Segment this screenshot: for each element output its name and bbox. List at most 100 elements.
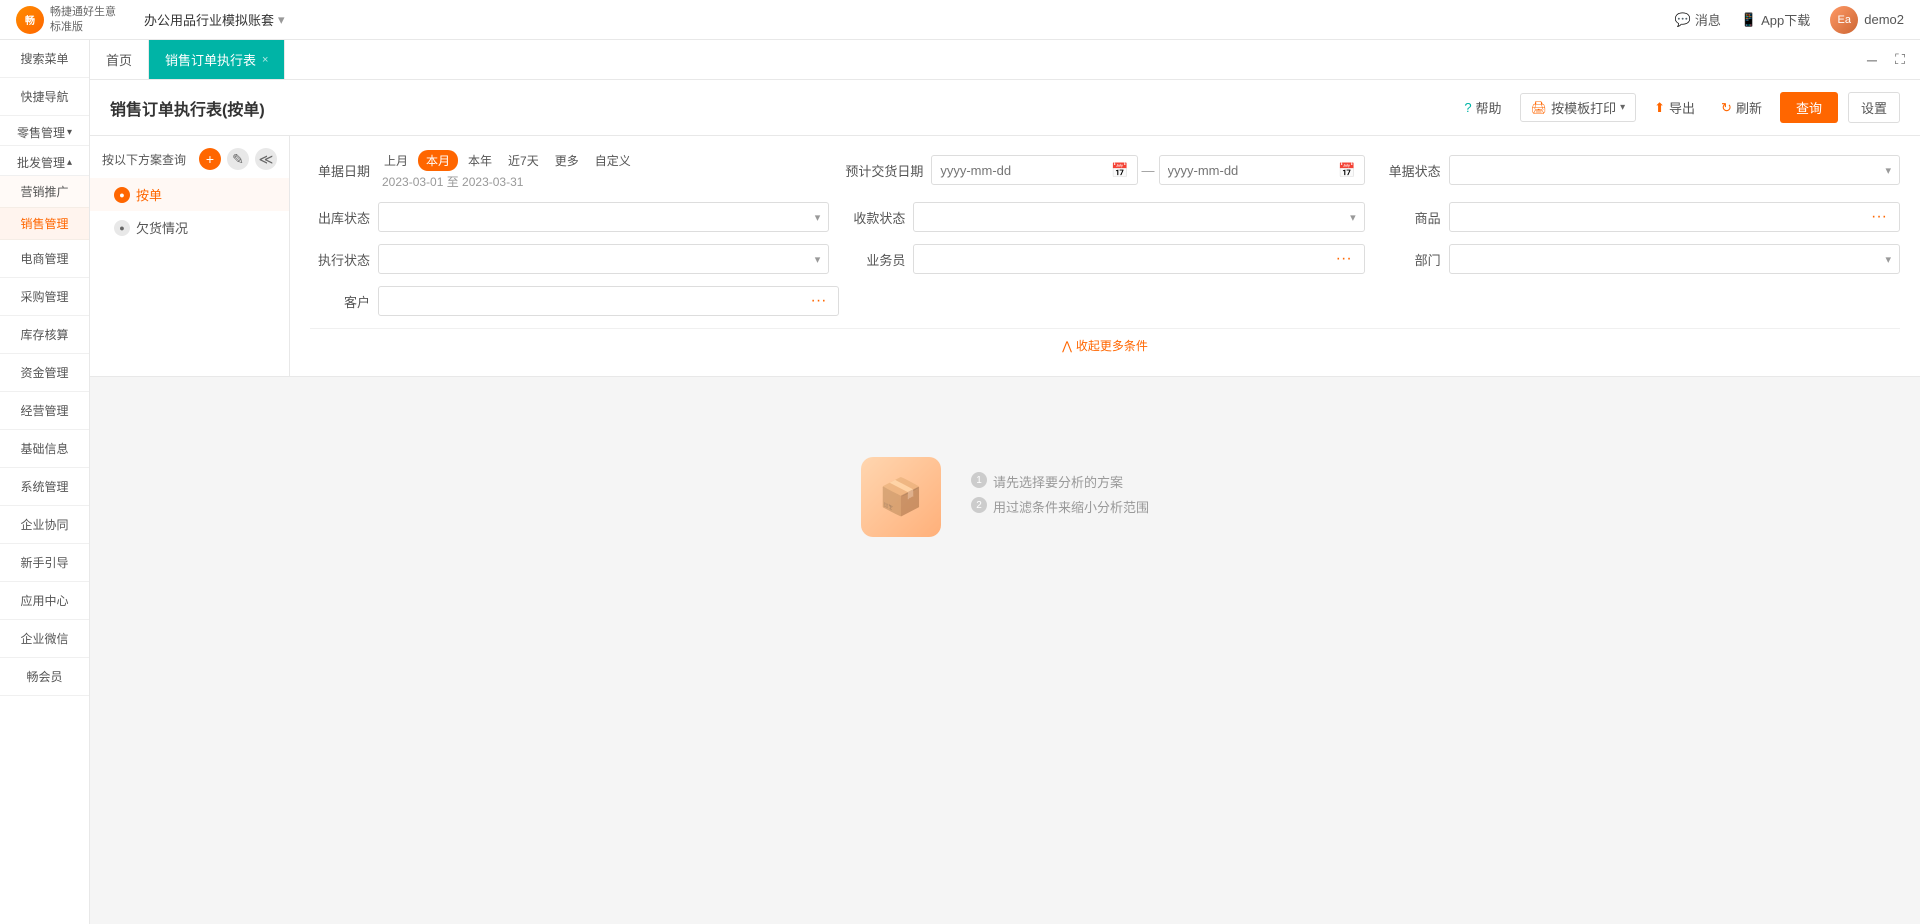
sidebar-item-quick-nav[interactable]: 快捷导航 — [0, 78, 89, 116]
filter-right-panel: 单据日期 上月 本月 本年 近7天 更多 自定义 20 — [290, 136, 1920, 376]
print-arrow-icon: ▾ — [1620, 102, 1625, 113]
header-left: 畅 畅捷通好生意 标准版 办公用品行业模拟账套 ▾ — [16, 5, 285, 34]
more-btn[interactable]: 更多 — [549, 150, 585, 171]
sidebar-item-finance[interactable]: 资金管理 — [0, 354, 89, 392]
sidebar-item-operations[interactable]: 经营管理 — [0, 392, 89, 430]
maximize-icon: ⛶ — [1895, 51, 1905, 68]
date-separator: — — [1142, 163, 1155, 178]
message-icon: 💬 — [1675, 12, 1691, 28]
top-header: 畅 畅捷通好生意 标准版 办公用品行业模拟账套 ▾ 💬 消息 📱 App下载 E… — [0, 0, 1920, 40]
sidebar-item-members[interactable]: 畅会员 — [0, 658, 89, 696]
current-month-btn[interactable]: 本月 — [418, 150, 458, 171]
empty-tips: 1 请先选择要分析的方案 2 用过滤条件来缩小分析范围 — [971, 472, 1149, 522]
edit-plan-button[interactable]: ✎ — [227, 148, 249, 170]
filter-execute-status: 执行状态 ▾ — [310, 244, 829, 274]
logo-icon: 畅 — [16, 6, 44, 34]
add-plan-button[interactable]: + — [199, 148, 221, 170]
forecast-date-end[interactable]: 📅 — [1159, 155, 1365, 185]
sidebar-item-enterprise[interactable]: 企业协同 — [0, 506, 89, 544]
header-right: 💬 消息 📱 App下载 Ea demo2 — [1675, 6, 1904, 34]
quick-date-buttons: 上月 本月 本年 近7天 更多 自定义 — [378, 150, 829, 171]
product-dots-icon[interactable]: ··· — [1867, 208, 1891, 226]
sidebar: 搜索菜单 快捷导航 零售管理 ▾ 批发管理 ▴ 营销推广 销售管理 电商管理 采… — [0, 40, 90, 924]
customer-select[interactable]: ··· — [378, 286, 839, 316]
forecast-date-end-input[interactable] — [1168, 163, 1335, 178]
dept-label: 部门 — [1381, 250, 1441, 269]
empty-tip-1: 1 请先选择要分析的方案 — [971, 472, 1149, 491]
tab-close-icon[interactable]: × — [262, 54, 268, 66]
dept-select[interactable]: ▾ — [1449, 244, 1900, 274]
empty-tip-2: 2 用过滤条件来缩小分析范围 — [971, 497, 1149, 516]
salesperson-select[interactable]: ··· — [913, 244, 1364, 274]
filter-panel: 按以下方案查询 + ✎ ≪ — [90, 136, 1920, 377]
tab-home[interactable]: 首页 — [90, 40, 149, 79]
prev-month-btn[interactable]: 上月 — [378, 150, 414, 171]
help-icon: ? — [1464, 100, 1471, 115]
days7-btn[interactable]: 近7天 — [502, 150, 545, 171]
custom-btn[interactable]: 自定义 — [589, 150, 637, 171]
chevron-down-icon-payment: ▾ — [1350, 211, 1356, 224]
collapse-up-icon: ⋀ — [1062, 339, 1072, 353]
forecast-date-start[interactable]: 📅 — [931, 155, 1137, 185]
help-button[interactable]: ? 帮助 — [1456, 94, 1509, 121]
salesperson-dots-icon[interactable]: ··· — [1332, 250, 1356, 268]
tab-maximize-button[interactable]: ⛶ — [1888, 48, 1912, 72]
salesperson-label: 业务员 — [845, 250, 905, 269]
calendar-icon: 📅 — [1111, 162, 1128, 179]
export-button[interactable]: ⬆ 导出 — [1646, 94, 1703, 121]
user-menu[interactable]: Ea demo2 — [1830, 6, 1904, 34]
print-icon: 🖨 — [1531, 100, 1548, 116]
sidebar-item-basic[interactable]: 基础信息 — [0, 430, 89, 468]
empty-state-icon: 📦 — [861, 457, 941, 537]
sidebar-item-wechat[interactable]: 企业微信 — [0, 620, 89, 658]
filter-product: 商品 ··· — [1381, 202, 1900, 232]
forecast-date-start-input[interactable] — [940, 163, 1107, 178]
breadcrumb-arrow-icon[interactable]: ▾ — [278, 12, 285, 28]
plan-item-orders[interactable]: ● 按单 — [90, 178, 289, 211]
tip-num-1: 1 — [971, 472, 987, 488]
sidebar-item-search-menu[interactable]: 搜索菜单 — [0, 40, 89, 78]
settings-button[interactable]: 设置 — [1848, 92, 1900, 123]
sidebar-item-ecommerce[interactable]: 电商管理 — [0, 240, 89, 278]
date-label: 单据日期 — [310, 161, 370, 180]
chevron-down-icon-delivery: ▾ — [815, 211, 821, 224]
year-btn[interactable]: 本年 — [462, 150, 498, 171]
download-icon: 📱 — [1741, 12, 1757, 28]
tab-minimize-button[interactable]: ─ — [1860, 48, 1884, 72]
sidebar-item-inventory[interactable]: 库存核算 — [0, 316, 89, 354]
filter-plan-actions: + ✎ ≪ — [199, 148, 277, 170]
filter-row-4: 客户 ··· — [310, 286, 1900, 316]
filter-doc-date: 单据日期 上月 本月 本年 近7天 更多 自定义 20 — [310, 150, 829, 190]
tab-sales-order[interactable]: 销售订单执行表 × — [149, 40, 285, 79]
sidebar-item-newbie[interactable]: 新手引导 — [0, 544, 89, 582]
filter-payment-status: 收款状态 ▾ — [845, 202, 1364, 232]
chevron-down-icon: ▾ — [67, 127, 72, 138]
sidebar-item-retail[interactable]: 零售管理 ▾ — [0, 116, 89, 146]
export-icon: ⬆ — [1654, 100, 1665, 116]
page-content: 销售订单执行表(按单) ? 帮助 🖨 按模板打印 ▾ ⬆ 导出 — [90, 80, 1920, 924]
refresh-button[interactable]: ↻ 刷新 — [1713, 94, 1770, 121]
doc-status-select[interactable]: ▾ — [1449, 155, 1900, 185]
chevron-down-icon-dept: ▾ — [1885, 253, 1891, 266]
page-header: 销售订单执行表(按单) ? 帮助 🖨 按模板打印 ▾ ⬆ 导出 — [90, 80, 1920, 136]
execute-status-label: 执行状态 — [310, 250, 370, 269]
search-button[interactable]: 查询 — [1780, 92, 1838, 123]
sidebar-item-sales[interactable]: 销售管理 — [0, 208, 89, 240]
customer-dots-icon[interactable]: ··· — [806, 292, 830, 310]
execute-status-select[interactable]: ▾ — [378, 244, 829, 274]
payment-status-select[interactable]: ▾ — [913, 202, 1364, 232]
app-download-button[interactable]: 📱 App下载 — [1741, 10, 1810, 29]
product-select[interactable]: ··· — [1449, 202, 1900, 232]
print-button[interactable]: 🖨 按模板打印 ▾ — [1520, 93, 1637, 122]
plan-item-arrears[interactable]: ● 欠货情况 — [90, 211, 289, 244]
sidebar-item-system[interactable]: 系统管理 — [0, 468, 89, 506]
sidebar-item-wholesale[interactable]: 批发管理 ▴ — [0, 146, 89, 176]
sidebar-item-purchase[interactable]: 采购管理 — [0, 278, 89, 316]
message-button[interactable]: 💬 消息 — [1675, 10, 1721, 29]
collapse-more-button[interactable]: ⋀ 收起更多条件 — [310, 328, 1900, 362]
sidebar-item-apps[interactable]: 应用中心 — [0, 582, 89, 620]
collapse-plan-button[interactable]: ≪ — [255, 148, 277, 170]
sidebar-item-marketing[interactable]: 营销推广 — [0, 176, 89, 208]
delivery-status-select[interactable]: ▾ — [378, 202, 829, 232]
empty-state: 📦 1 请先选择要分析的方案 2 用过滤条件来缩小分析范围 — [90, 377, 1920, 617]
